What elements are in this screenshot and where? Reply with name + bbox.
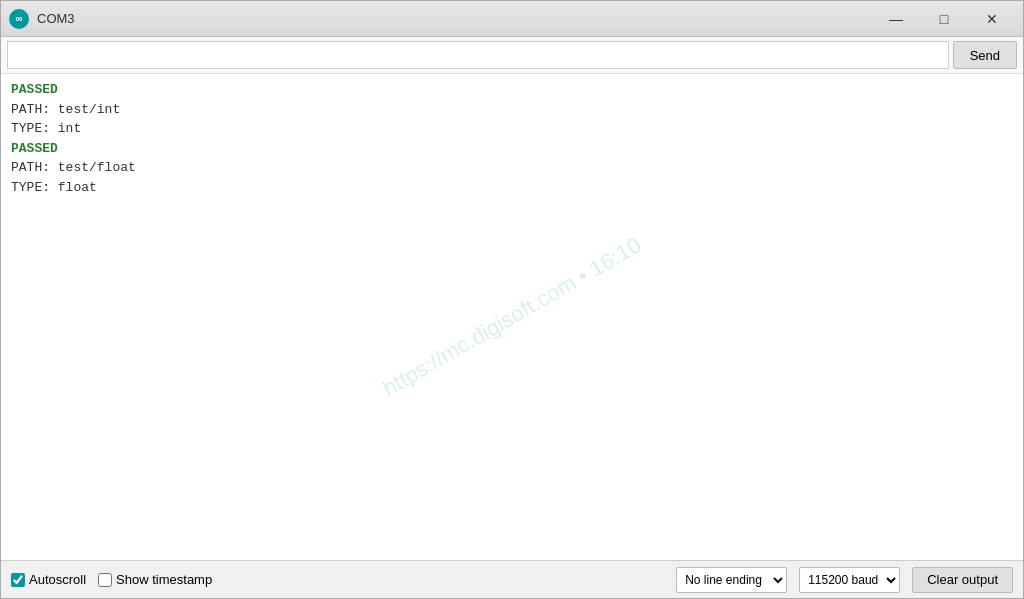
output-line: TYPE: int bbox=[11, 119, 1013, 139]
status-bar: Autoscroll Show timestamp No line ending… bbox=[1, 560, 1023, 598]
minimize-button[interactable]: — bbox=[873, 4, 919, 34]
title-bar: ∞ COM3 — □ ✕ bbox=[1, 1, 1023, 37]
timestamp-label[interactable]: Show timestamp bbox=[98, 572, 212, 587]
output-line: PATH: test/float bbox=[11, 158, 1013, 178]
output-line: TYPE: float bbox=[11, 178, 1013, 198]
output-line: PASSED bbox=[11, 80, 1013, 100]
close-button[interactable]: ✕ bbox=[969, 4, 1015, 34]
message-input[interactable] bbox=[7, 41, 949, 69]
timestamp-text: Show timestamp bbox=[116, 572, 212, 587]
window-title: COM3 bbox=[37, 11, 873, 26]
baud-rate-select[interactable]: 300 baud1200 baud2400 baud4800 baud9600 … bbox=[799, 567, 900, 593]
clear-output-button[interactable]: Clear output bbox=[912, 567, 1013, 593]
arduino-logo: ∞ bbox=[9, 9, 29, 29]
output-line: PATH: test/int bbox=[11, 100, 1013, 120]
window-controls: — □ ✕ bbox=[873, 4, 1015, 34]
app-icon: ∞ bbox=[9, 9, 29, 29]
autoscroll-label[interactable]: Autoscroll bbox=[11, 572, 86, 587]
line-ending-select[interactable]: No line endingNewlineCarriage returnBoth… bbox=[676, 567, 787, 593]
output-line: PASSED bbox=[11, 139, 1013, 159]
send-bar: Send bbox=[1, 37, 1023, 74]
output-area[interactable]: PASSEDPATH: test/intTYPE: intPASSEDPATH:… bbox=[1, 74, 1023, 560]
autoscroll-text: Autoscroll bbox=[29, 572, 86, 587]
timestamp-checkbox[interactable] bbox=[98, 573, 112, 587]
maximize-button[interactable]: □ bbox=[921, 4, 967, 34]
autoscroll-checkbox[interactable] bbox=[11, 573, 25, 587]
send-button[interactable]: Send bbox=[953, 41, 1017, 69]
serial-monitor-window: ∞ COM3 — □ ✕ Send PASSEDPATH: test/intTY… bbox=[0, 0, 1024, 599]
watermark: https://mc.digisoft.com • 16:10 bbox=[378, 232, 645, 401]
